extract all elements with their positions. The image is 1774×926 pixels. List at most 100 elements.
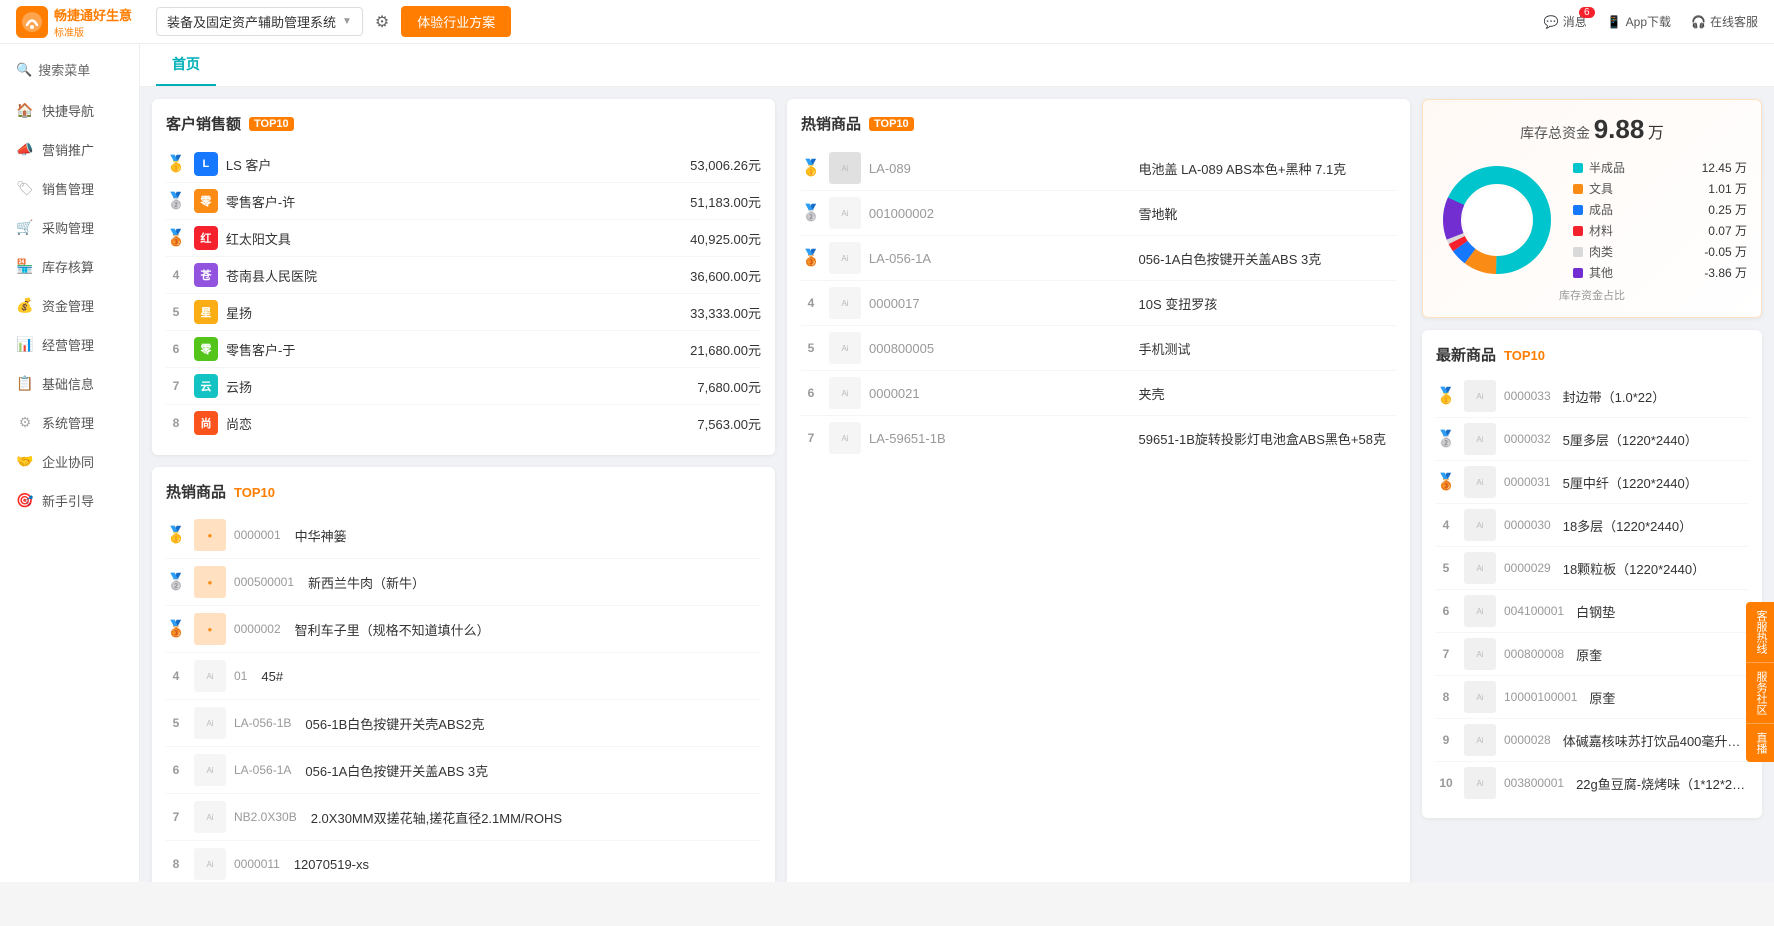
hot-product-code: 000500001 bbox=[234, 575, 294, 589]
hot-product-item: 🥇 ● 0000001 中华神篓 bbox=[166, 512, 761, 559]
stock-card: 库存总资金 9.88 万 bbox=[1422, 99, 1762, 318]
app-download-action[interactable]: 📱 App下载 bbox=[1607, 13, 1671, 30]
hot-product-thumbnail: ● bbox=[194, 519, 226, 551]
sidebar-item-finance[interactable]: 💰 资金管理 bbox=[0, 286, 139, 325]
sidebar-item-inventory[interactable]: 🏪 库存核算 bbox=[0, 247, 139, 286]
rank-number: 8 bbox=[166, 416, 186, 430]
chevron-down-icon: ▼ bbox=[342, 16, 352, 27]
new-product-code: 10000100001 bbox=[1504, 690, 1577, 704]
system-selector[interactable]: 装备及固定资产辅助管理系统 ▼ bbox=[156, 7, 363, 36]
hot-product-code: LA-056-1B bbox=[234, 716, 291, 730]
sidebar-item-base[interactable]: 📋 基础信息 bbox=[0, 364, 139, 403]
stock-label: 库存总资金 bbox=[1520, 125, 1590, 141]
legend-item: 材料 0.07 万 bbox=[1573, 220, 1747, 241]
sidebar-label-base: 基础信息 bbox=[42, 374, 94, 393]
hot-product-code: 0000002 bbox=[234, 622, 281, 636]
new-products-title: 最新商品 bbox=[1436, 344, 1496, 365]
new-product-item: 4 Ai 0000030 18多层（1220*2440） bbox=[1436, 504, 1748, 547]
sidebar-item-purchase[interactable]: 🛒 采购管理 bbox=[0, 208, 139, 247]
medal-icon: 🥉 bbox=[166, 228, 186, 248]
new-products-top-label: TOP10 bbox=[1504, 348, 1545, 363]
new-product-thumbnail: Ai bbox=[1464, 380, 1496, 412]
hot-product-item: 7 Ai NB2.0X30B 2.0X30MM双搓花轴,搓花直径2.1MM/RO… bbox=[166, 794, 761, 841]
service-action[interactable]: 🎧 在线客服 bbox=[1691, 13, 1758, 30]
message-badge: 6 bbox=[1579, 7, 1595, 18]
new-product-thumbnail: Ai bbox=[1464, 423, 1496, 455]
new-product-item: 8 Ai 10000100001 原奎 bbox=[1436, 676, 1748, 719]
new-product-name: 5厘中纤（1220*2440） bbox=[1563, 473, 1748, 492]
search-icon: 🔍 bbox=[16, 62, 32, 78]
float-live[interactable]: 直播 bbox=[1746, 724, 1774, 762]
logo-area: 畅捷通好生意 标准版 bbox=[16, 5, 156, 39]
stock-legend: 半成品 12.45 万 文具 1.01 万 成品 0.25 万 材料 0.07 … bbox=[1573, 157, 1747, 283]
sidebar-label-system: 系统管理 bbox=[42, 413, 94, 432]
sidebar-item-marketing[interactable]: 📣 营销推广 bbox=[0, 130, 139, 169]
hot-product-item: 5 Ai LA-056-1B 056-1B白色按键开关壳ABS2克 bbox=[166, 700, 761, 747]
new-product-code: 004100001 bbox=[1504, 604, 1564, 618]
rank-number: 6 bbox=[801, 386, 821, 400]
hot-product-item: 4 Ai 01 45# bbox=[166, 653, 761, 700]
sidebar-label-sales: 销售管理 bbox=[42, 179, 94, 198]
hot-product-thumbnail: Ai bbox=[194, 754, 226, 786]
customer-value: 40,925.00元 bbox=[690, 229, 761, 248]
new-product-item: 10 Ai 003800001 22g鱼豆腐-烧烤味（1*12*20） bbox=[1436, 762, 1748, 804]
sold-product-item: 6 Ai 0000021 夹壳 bbox=[801, 371, 1396, 416]
hot-product-item: 8 Ai 0000011 12070519-xs bbox=[166, 841, 761, 882]
legend-category-name: 文具 bbox=[1589, 180, 1702, 197]
new-product-code: 000800008 bbox=[1504, 647, 1564, 661]
sidebar-label-quick-nav: 快捷导航 bbox=[42, 101, 94, 120]
float-customer-service[interactable]: 客服热线 bbox=[1746, 602, 1774, 663]
trial-button[interactable]: 体验行业方案 bbox=[401, 6, 511, 37]
sidebar-item-enterprise[interactable]: 🤝 企业协同 bbox=[0, 442, 139, 481]
product-name: 10S 变扭罗孩 bbox=[1139, 294, 1397, 313]
product-thumbnail: Ai bbox=[829, 287, 861, 319]
customers-list: 🥇 L LS 客户 53,006.26元 🥈 零 零售客户-许 51,183.0… bbox=[166, 146, 761, 441]
float-community[interactable]: 服务社区 bbox=[1746, 663, 1774, 724]
product-thumbnail: Ai bbox=[829, 377, 861, 409]
sidebar-item-operations[interactable]: 📊 经营管理 bbox=[0, 325, 139, 364]
cart-icon: 🛒 bbox=[16, 219, 34, 237]
product-name: 雪地靴 bbox=[1138, 204, 1396, 223]
customer-avatar: 红 bbox=[194, 226, 218, 250]
legend-category-value: 0.07 万 bbox=[1708, 222, 1747, 239]
medal-icon: 🥇 bbox=[1436, 386, 1456, 406]
legend-category-value: 0.25 万 bbox=[1708, 201, 1747, 218]
logo-sub-text: 标准版 bbox=[54, 24, 132, 39]
legend-item: 半成品 12.45 万 bbox=[1573, 157, 1747, 178]
app-label: App下载 bbox=[1626, 13, 1671, 30]
sold-product-item: 🥈 Ai 001000002 雪地靴 bbox=[801, 191, 1396, 236]
hot-product-thumbnail: Ai bbox=[194, 848, 226, 880]
home-tab[interactable]: 首页 bbox=[156, 44, 216, 86]
hot-product-thumbnail: Ai bbox=[194, 707, 226, 739]
hot-product-code: NB2.0X30B bbox=[234, 810, 297, 824]
customer-value: 33,333.00元 bbox=[690, 303, 761, 322]
customer-avatar: 苍 bbox=[194, 263, 218, 287]
legend-item: 文具 1.01 万 bbox=[1573, 178, 1747, 199]
hot-product-code: 0000001 bbox=[234, 528, 281, 542]
sold-product-item: 🥉 Ai LA-056-1A 056-1A白色按键开关盖ABS 3克 bbox=[801, 236, 1396, 281]
sold-products-title: 热销商品 TOP10 bbox=[801, 113, 1396, 134]
chart-icon: 📊 bbox=[16, 336, 34, 354]
hot-products-top: TOP10 bbox=[234, 485, 275, 500]
store-icon: 🏪 bbox=[16, 258, 34, 276]
new-products-header: 最新商品 TOP10 bbox=[1436, 344, 1748, 365]
search-menu[interactable]: 🔍 搜索菜单 bbox=[0, 52, 139, 87]
legend-item: 其他 -3.86 万 bbox=[1573, 262, 1747, 283]
settings-icon[interactable]: ⚙ bbox=[375, 12, 389, 32]
sidebar-item-system[interactable]: ⚙ 系统管理 bbox=[0, 403, 139, 442]
customer-name: 星扬 bbox=[226, 303, 682, 322]
customer-list-item: 6 零 零售客户-于 21,680.00元 bbox=[166, 331, 761, 368]
product-thumbnail: Ai bbox=[829, 422, 861, 454]
sidebar-item-guide[interactable]: 🎯 新手引导 bbox=[0, 481, 139, 520]
customer-list-item: 4 苍 苍南县人民医院 36,600.00元 bbox=[166, 257, 761, 294]
customer-list-item: 🥇 L LS 客户 53,006.26元 bbox=[166, 146, 761, 183]
megaphone-icon: 📣 bbox=[16, 141, 34, 159]
hot-product-name: 新西兰牛肉（新牛） bbox=[308, 573, 761, 592]
legend-color-dot bbox=[1573, 205, 1583, 215]
sidebar-item-quick-nav[interactable]: 🏠 快捷导航 bbox=[0, 91, 139, 130]
new-products-list: 🥇 Ai 0000033 封边带（1.0*22） 🥈 Ai 0000032 5厘… bbox=[1436, 375, 1748, 804]
sidebar-item-sales[interactable]: 🏷 销售管理 bbox=[0, 169, 139, 208]
message-action[interactable]: 💬 消息 6 bbox=[1544, 13, 1587, 30]
new-product-thumbnail: Ai bbox=[1464, 509, 1496, 541]
customer-name: 尚恋 bbox=[226, 414, 689, 433]
